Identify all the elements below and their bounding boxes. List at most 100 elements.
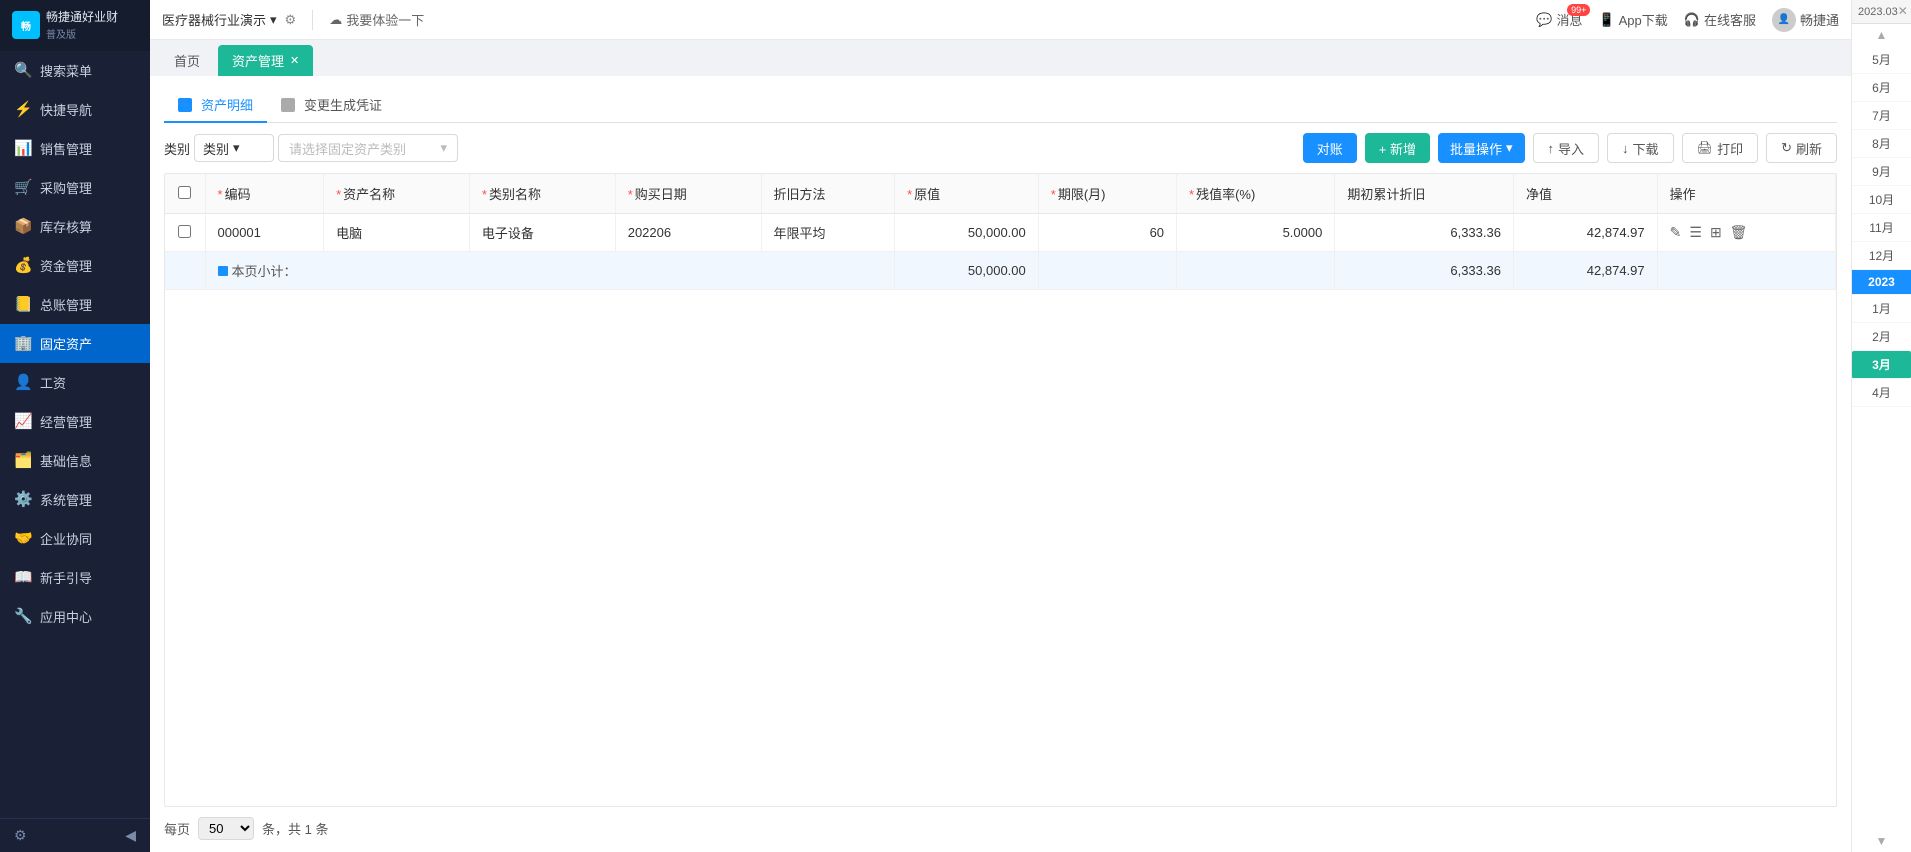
import-btn[interactable]: ↑ 导入 [1533, 133, 1600, 163]
sidebar-item-资金管理[interactable]: 💰资金管理 [0, 246, 150, 285]
account-btn[interactable]: 对账 [1303, 133, 1357, 163]
nav-label: 库存核算 [40, 217, 92, 236]
filter-label: 类别 [164, 139, 190, 158]
sidebar-footer: ⚙ ◀ [0, 818, 150, 852]
filter-select-box[interactable]: 类别 ▾ [194, 134, 274, 162]
nav-icon: 👤 [14, 373, 32, 391]
online-service-label: 在线客服 [1704, 10, 1756, 29]
edit-icon[interactable]: ✎ [1670, 224, 1682, 241]
calendar-month[interactable]: 4月 [1852, 379, 1911, 407]
calendar-month-prev[interactable]: 8月 [1852, 130, 1911, 158]
header-residual-rate: *残值率(%) [1177, 174, 1335, 214]
sidebar-item-总账管理[interactable]: 📒总账管理 [0, 285, 150, 324]
sub-tab-asset-detail[interactable]: 资产明细 [164, 88, 267, 123]
sidebar-item-企业协同[interactable]: 🤝企业协同 [0, 519, 150, 558]
sidebar-item-工资[interactable]: 👤工资 [0, 363, 150, 402]
print-label: 打印 [1717, 139, 1743, 158]
print-btn[interactable]: 🖨 打印 [1682, 133, 1759, 163]
headset-icon: 🎧 [1684, 12, 1700, 28]
tab-close-icon[interactable]: ✕ [290, 54, 299, 67]
sub-tabs: 资产明细 变更生成凭证 [164, 88, 1837, 123]
scroll-up-arrow[interactable]: ▲ [1852, 24, 1911, 46]
app-download-btn[interactable]: 📱 App下载 [1598, 10, 1667, 29]
subtotal-residual [1177, 252, 1335, 290]
experience-btn[interactable]: ☁ 我要体验一下 [329, 10, 424, 29]
settings-icon[interactable]: ⚙ [14, 827, 27, 844]
add-btn[interactable]: + 新增 [1365, 133, 1430, 163]
sidebar-item-系统管理[interactable]: ⚙️系统管理 [0, 480, 150, 519]
calendar-month-prev[interactable]: 10月 [1852, 186, 1911, 214]
calendar-year-label[interactable]: 2023 [1852, 270, 1911, 295]
user-area[interactable]: 👤 畅捷通 [1772, 8, 1839, 32]
cell-net-value: 42,874.97 [1513, 214, 1657, 252]
sidebar-item-销售管理[interactable]: 📊销售管理 [0, 129, 150, 168]
sidebar-item-经营管理[interactable]: 📈经营管理 [0, 402, 150, 441]
batch-chevron-icon: ▾ [1506, 140, 1513, 156]
collapse-icon[interactable]: ◀ [125, 827, 136, 844]
sidebar-item-采购管理[interactable]: 🛒采购管理 [0, 168, 150, 207]
per-page-select[interactable]: 50 100 200 [198, 817, 254, 840]
nav-label: 应用中心 [40, 607, 92, 626]
cell-code: 000001 [205, 214, 324, 252]
sidebar-item-快捷导航[interactable]: ⚡ 快捷导航 [0, 90, 150, 129]
calendar-month-prev[interactable]: 6月 [1852, 74, 1911, 102]
copy-icon[interactable]: ⊞ [1710, 224, 1722, 241]
calendar-month-prev[interactable]: 9月 [1852, 158, 1911, 186]
avatar: 👤 [1772, 8, 1796, 32]
sidebar-item-库存核算[interactable]: 📦库存核算 [0, 207, 150, 246]
calendar-month-prev[interactable]: 5月 [1852, 46, 1911, 74]
download-btn[interactable]: ↓ 下载 [1607, 133, 1674, 163]
toolbar-left: 类别 类别 ▾ 请选择固定资产类别 ▾ [164, 134, 458, 162]
delete-icon[interactable]: 🗑 [1730, 224, 1748, 241]
cell-operation: ✎ ☰ ⊞ 🗑 [1657, 214, 1835, 252]
nav-icon: 🔧 [14, 607, 32, 625]
tab-asset-management[interactable]: 资产管理 ✕ [218, 45, 313, 76]
batch-btn[interactable]: 批量操作 ▾ [1438, 133, 1525, 163]
calendar-month-prev[interactable]: 11月 [1852, 214, 1911, 242]
calendar-month[interactable]: 1月 [1852, 295, 1911, 323]
settings-gear-icon[interactable]: ⚙ [285, 12, 297, 28]
filter-dropdown-box[interactable]: 请选择固定资产类别 ▾ [278, 134, 458, 162]
nav-label: 快捷导航 [40, 100, 92, 119]
panel-close-icon[interactable]: ✕ [1898, 4, 1908, 19]
calendar-month-prev[interactable]: 7月 [1852, 102, 1911, 130]
refresh-label: 刷新 [1796, 139, 1822, 158]
sub-tab-voucher[interactable]: 变更生成凭证 [267, 88, 396, 123]
header-code: *编码 [205, 174, 324, 214]
row-checkbox[interactable] [178, 225, 191, 238]
subtotal-period [1038, 252, 1176, 290]
sub-tab-voucher-label: 变更生成凭证 [304, 95, 382, 114]
select-all-checkbox[interactable] [178, 186, 191, 199]
nav-icon: 📈 [14, 412, 32, 430]
nav-icon: 🗂️ [14, 451, 32, 469]
topbar: 医疗器械行业演示 ▾ ⚙ ☁ 我要体验一下 💬 消息 99+ 📱 App下载 🎧… [150, 0, 1851, 40]
sidebar-item-固定资产[interactable]: 🏢固定资产 [0, 324, 150, 363]
topbar-divider [312, 10, 313, 30]
sidebar-item-新手引导[interactable]: 📖新手引导 [0, 558, 150, 597]
scroll-down-arrow[interactable]: ▼ [1852, 830, 1911, 852]
sidebar-item-搜索菜单[interactable]: 🔍搜索菜单 [0, 51, 150, 90]
app-title: 畅捷通好业财 [46, 10, 118, 26]
header-name: *资产名称 [324, 174, 470, 214]
subtotal-label: 本页小计： [205, 252, 895, 290]
calendar-month-prev[interactable]: 12月 [1852, 242, 1911, 270]
nav-label: 新手引导 [40, 568, 92, 587]
tab-home[interactable]: 首页 [160, 45, 214, 76]
calendar-month[interactable]: 2月 [1852, 323, 1911, 351]
sidebar-item-基础信息[interactable]: 🗂️基础信息 [0, 441, 150, 480]
download-label: 下载 [1633, 139, 1659, 158]
company-selector[interactable]: 医疗器械行业演示 ▾ [162, 10, 277, 29]
dropdown-chevron-icon: ▾ [440, 140, 447, 156]
refresh-btn[interactable]: ↻ 刷新 [1766, 133, 1837, 163]
sidebar-item-应用中心[interactable]: 🔧 应用中心 [0, 597, 150, 636]
nav-icon: ⚡ [14, 100, 32, 118]
message-btn[interactable]: 💬 消息 99+ [1536, 10, 1582, 29]
filter-category: 类别 类别 ▾ 请选择固定资产类别 ▾ [164, 134, 458, 162]
voucher-icon [281, 98, 295, 112]
online-service-btn[interactable]: 🎧 在线客服 [1684, 10, 1756, 29]
calendar-month-current[interactable]: 3月 [1852, 351, 1911, 379]
detail-icon[interactable]: ☰ [1689, 224, 1702, 241]
subtotal-original-value: 50,000.00 [895, 252, 1039, 290]
panel-header-icons: ✕ ⤡ [1898, 4, 1911, 19]
nav-icon: 🔍 [14, 61, 32, 79]
